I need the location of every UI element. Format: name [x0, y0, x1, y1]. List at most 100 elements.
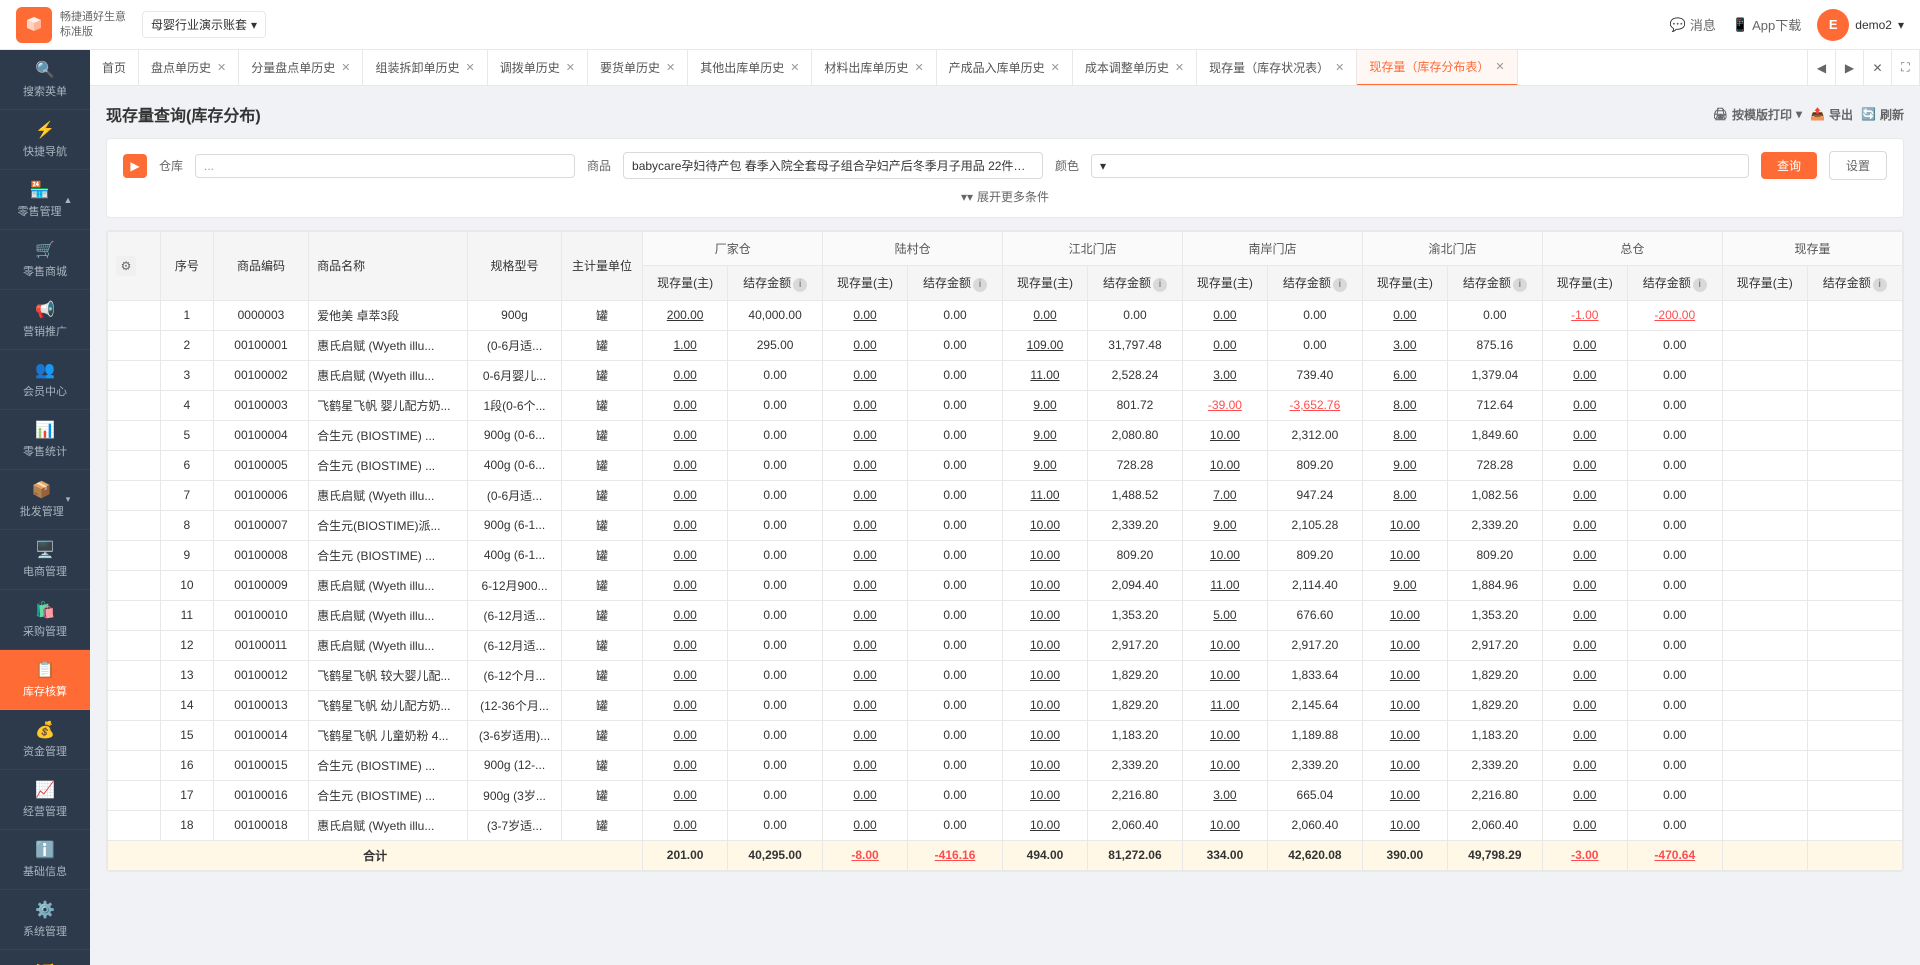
- tab-inventory-history[interactable]: 盘点单历史 ✕: [139, 50, 239, 86]
- tab-close-all-btn[interactable]: ✕: [1864, 50, 1892, 86]
- tab-close-icon[interactable]: ✕: [341, 61, 350, 74]
- row-jb-stock: 9.00: [1003, 420, 1088, 450]
- tab-close-icon[interactable]: ✕: [1495, 60, 1504, 73]
- tab-order-history[interactable]: 要货单历史 ✕: [588, 50, 688, 86]
- filter-collapse-btn[interactable]: ▶: [123, 154, 147, 178]
- sidebar-item-mall[interactable]: 🛒 零售商城: [0, 230, 90, 290]
- sidebar-item-marketing[interactable]: 📢 营销推广: [0, 290, 90, 350]
- sidebar: 🔍 搜索英单 ⚡ 快捷导航 🏪 零售管理 ▲ 🛒 零售商城 📢 营销推广 👥 会…: [0, 50, 90, 965]
- tab-transfer-history[interactable]: 调拨单历史 ✕: [488, 50, 588, 86]
- sidebar-item-operations[interactable]: 📈 经营管理: [0, 770, 90, 830]
- row-all-stock: [1722, 660, 1807, 690]
- row-all-amt: [1807, 570, 1902, 600]
- tab-cost-adjust-history[interactable]: 成本调整单历史 ✕: [1073, 50, 1197, 86]
- sidebar-item-members[interactable]: 👥 会员中心: [0, 350, 90, 410]
- col-zc-stock: 现存量(主): [1542, 266, 1627, 301]
- tab-close-icon[interactable]: ✕: [914, 61, 923, 74]
- row-yb-stock: 0.00: [1363, 300, 1448, 330]
- row-zc-stock: 0.00: [1542, 570, 1627, 600]
- row-name: 合生元 (BIOSTIME) ...: [309, 780, 468, 810]
- row-zc-amt: 0.00: [1627, 450, 1722, 480]
- info-icon[interactable]: i: [1333, 278, 1347, 292]
- row-cjc-stock: 0.00: [643, 630, 728, 660]
- tab-close-icon[interactable]: ✕: [1175, 61, 1184, 74]
- row-zc-amt: 0.00: [1627, 780, 1722, 810]
- row-settings: [108, 510, 161, 540]
- color-input[interactable]: ▾: [1091, 154, 1749, 178]
- info-icon[interactable]: i: [1873, 278, 1887, 292]
- tab-other-out-history[interactable]: 其他出库单历史 ✕: [688, 50, 812, 86]
- tab-close-icon[interactable]: ✕: [566, 61, 575, 74]
- row-jb-amt: 0.00: [1087, 300, 1182, 330]
- total-row: 合计 201.00 40,295.00 -8.00 -416.16 494.00…: [108, 840, 1903, 870]
- row-cjc-amt: 0.00: [727, 600, 822, 630]
- tab-close-icon[interactable]: ✕: [466, 61, 475, 74]
- product-input[interactable]: babycare孕妇待产包 春季入院全套母子组合孕妇产后冬季月子用品 22件套 …: [623, 152, 1043, 179]
- row-cjc-stock: 0.00: [643, 750, 728, 780]
- user-area[interactable]: E demo2 ▾: [1817, 9, 1904, 41]
- tab-close-icon[interactable]: ✕: [790, 61, 799, 74]
- tab-prev-btn[interactable]: ◀: [1808, 50, 1836, 86]
- row-zc-stock: 0.00: [1542, 360, 1627, 390]
- expand-btn[interactable]: ▾▾ 展开更多条件: [961, 188, 1049, 205]
- tab-close-icon[interactable]: ✕: [666, 61, 675, 74]
- tab-close-icon[interactable]: ✕: [1335, 61, 1344, 74]
- row-yb-stock: 8.00: [1363, 390, 1448, 420]
- row-yb-amt: 2,339.20: [1447, 750, 1542, 780]
- color-label: 颜色: [1055, 157, 1079, 174]
- account-selector[interactable]: 母婴行业演示账套 ▾: [142, 11, 266, 38]
- app-download-btn[interactable]: 📱 App下载: [1732, 15, 1801, 34]
- tab-stock-status[interactable]: 现存量（库存状况表） ✕: [1197, 50, 1357, 86]
- row-cjc-stock: 0.00: [643, 360, 728, 390]
- export-btn[interactable]: 📤 导出: [1810, 106, 1853, 123]
- filter-area: ▶ 仓库 ... 商品 babycare孕妇待产包 春季入院全套母子组合孕妇产后…: [106, 138, 1904, 218]
- row-zc-stock: -1.00: [1542, 300, 1627, 330]
- ecommerce-icon: 🖥️: [35, 540, 55, 560]
- sidebar-item-basics[interactable]: ℹ️ 基础信息: [0, 830, 90, 890]
- tab-fullscreen-btn[interactable]: ⛶: [1892, 50, 1920, 86]
- row-all-amt: [1807, 720, 1902, 750]
- row-unit: 罐: [561, 420, 643, 450]
- info-icon[interactable]: i: [1513, 278, 1527, 292]
- print-btn[interactable]: 🖨 按模版打印 ▾: [1713, 106, 1802, 123]
- tab-material-out-history[interactable]: 材料出库单历史 ✕: [812, 50, 936, 86]
- tab-product-in-history[interactable]: 产成品入库单历史 ✕: [937, 50, 1073, 86]
- tab-close-icon[interactable]: ✕: [1051, 61, 1060, 74]
- setting-btn[interactable]: 设置: [1829, 151, 1887, 180]
- info-icon[interactable]: i: [1153, 278, 1167, 292]
- column-settings-icon[interactable]: ⚙: [116, 256, 136, 276]
- refresh-btn[interactable]: 🔄 刷新: [1861, 106, 1904, 123]
- row-unit: 罐: [561, 390, 643, 420]
- col-lyc-amt: 结存金额i: [907, 266, 1002, 301]
- sidebar-item-wholesale[interactable]: 📦 批发管理 ▾: [0, 470, 90, 530]
- sidebar-item-finance[interactable]: 💰 资金管理: [0, 710, 90, 770]
- warehouse-input[interactable]: ...: [195, 154, 575, 178]
- tab-portion-history[interactable]: 分量盘点单历史 ✕: [239, 50, 363, 86]
- sidebar-item-system[interactable]: ⚙️ 系统管理: [0, 890, 90, 950]
- info-icon[interactable]: i: [973, 278, 987, 292]
- row-idx: 18: [160, 810, 213, 840]
- tab-home[interactable]: 首页: [90, 50, 139, 86]
- message-btn[interactable]: 💬 消息: [1670, 15, 1716, 34]
- search-icon: 🔍: [35, 60, 55, 80]
- tab-assembly-history[interactable]: 组装拆卸单历史 ✕: [363, 50, 487, 86]
- row-unit: 罐: [561, 600, 643, 630]
- info-icon[interactable]: i: [1693, 278, 1707, 292]
- sidebar-item-retail-mgmt[interactable]: 🏪 零售管理 ▲: [0, 170, 90, 230]
- row-zc-stock: 0.00: [1542, 390, 1627, 420]
- tab-next-btn[interactable]: ▶: [1836, 50, 1864, 86]
- sidebar-item-nav[interactable]: ⚡ 快捷导航: [0, 110, 90, 170]
- sidebar-item-ecommerce[interactable]: 🖥️ 电商管理: [0, 530, 90, 590]
- tab-close-icon[interactable]: ✕: [217, 61, 226, 74]
- info-icon[interactable]: i: [793, 278, 807, 292]
- sidebar-item-search[interactable]: 🔍 搜索英单: [0, 50, 90, 110]
- sidebar-item-purchase[interactable]: 🛍️ 采购管理: [0, 590, 90, 650]
- search-btn[interactable]: 查询: [1761, 152, 1817, 179]
- sidebar-item-retail-stats[interactable]: 📊 零售统计: [0, 410, 90, 470]
- row-cjc-stock: 0.00: [643, 420, 728, 450]
- row-na-stock: 10.00: [1183, 660, 1268, 690]
- row-unit: 罐: [561, 570, 643, 600]
- sidebar-item-collab[interactable]: 🤝 企业协同: [0, 950, 90, 965]
- tab-stock-distribution[interactable]: 现存量（库存分布表） ✕: [1357, 50, 1517, 86]
- sidebar-item-inventory[interactable]: 📋 库存核算: [0, 650, 90, 710]
